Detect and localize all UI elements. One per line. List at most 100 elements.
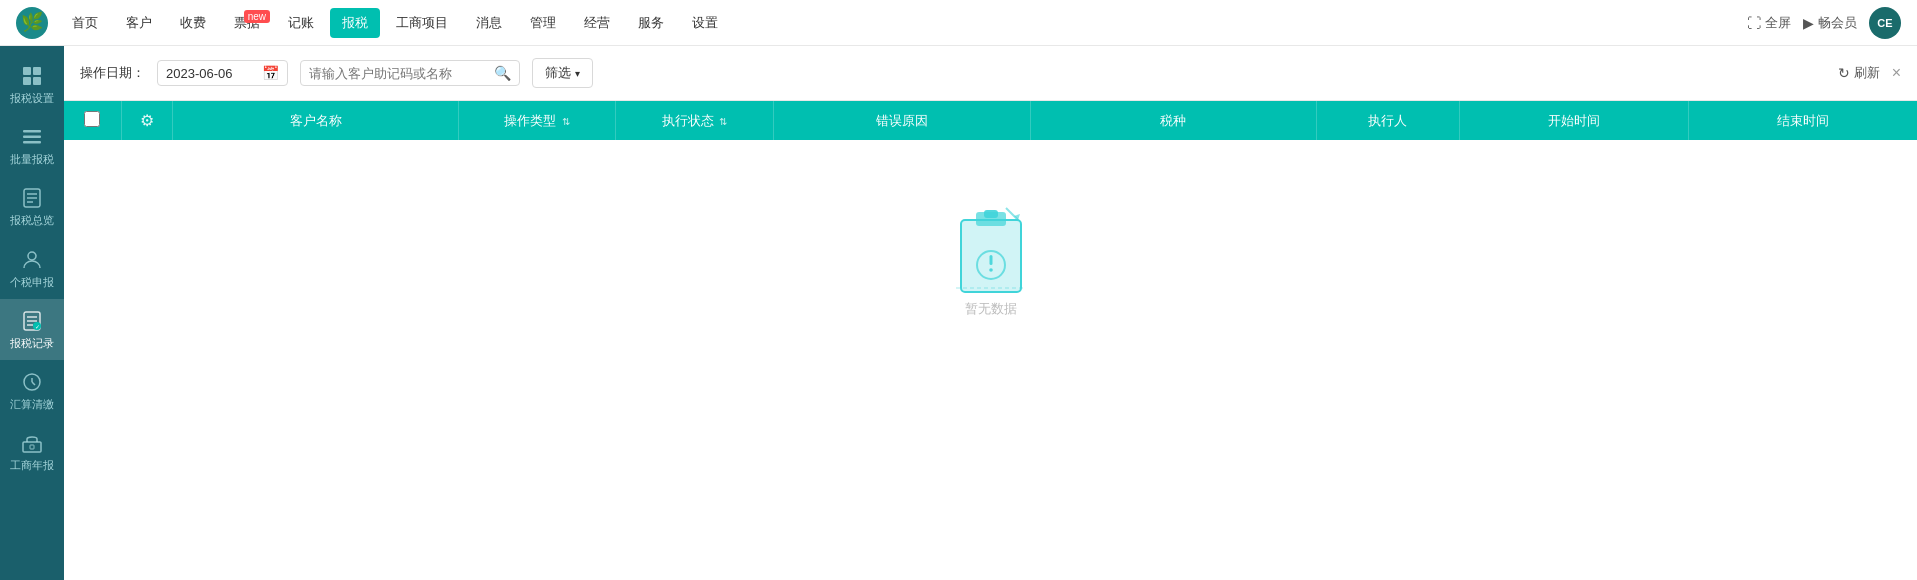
tax-summary-icon xyxy=(20,186,44,210)
svg-line-22 xyxy=(32,382,35,385)
filter-button[interactable]: 筛选 ▾ xyxy=(532,58,593,88)
video-icon: ▶ xyxy=(1803,15,1814,31)
sidebar-label-annual-report: 工商年报 xyxy=(10,459,54,472)
th-end-time: 结束时间 xyxy=(1688,101,1917,140)
search-icon: 🔍 xyxy=(494,65,511,81)
sidebar-item-tax-summary[interactable]: 报税总览 xyxy=(0,176,64,237)
select-all-checkbox[interactable] xyxy=(84,111,100,127)
user-avatar[interactable]: CE xyxy=(1869,7,1901,39)
nav-operation[interactable]: 经营 xyxy=(572,8,622,38)
filter-label: 筛选 xyxy=(545,64,571,82)
invoice-badge: new xyxy=(244,10,270,23)
sidebar: 报税设置 批量报税 报税总览 xyxy=(0,46,64,580)
th-executor: 执行人 xyxy=(1316,101,1459,140)
svg-rect-5 xyxy=(33,77,41,85)
fullscreen-label: 全屏 xyxy=(1765,14,1791,32)
sidebar-label-settlement: 汇算清缴 xyxy=(10,398,54,411)
th-error-reason: 错误原因 xyxy=(773,101,1030,140)
sidebar-item-tax-record[interactable]: ✓ 报税记录 xyxy=(0,299,64,360)
svg-rect-8 xyxy=(23,141,41,144)
svg-text:🌿: 🌿 xyxy=(21,11,44,33)
svg-rect-23 xyxy=(23,442,41,452)
th-exec-status[interactable]: 执行状态 ⇅ xyxy=(616,101,773,140)
sidebar-label-tax-record: 报税记录 xyxy=(10,337,54,350)
sidebar-item-batch-tax[interactable]: 批量报税 xyxy=(0,115,64,176)
svg-point-31 xyxy=(989,268,993,272)
top-nav: 🌿 首页 客户 收费 票据 new 记账 报税 工商项目 消息 管理 经营 服务… xyxy=(0,0,1917,46)
exec-status-sort-icon: ⇅ xyxy=(719,116,727,127)
nav-customer[interactable]: 客户 xyxy=(114,8,164,38)
refresh-icon: ↻ xyxy=(1838,65,1850,81)
sidebar-item-personal-tax[interactable]: 个税申报 xyxy=(0,238,64,299)
toolbar-right: ↻ 刷新 × xyxy=(1838,64,1901,82)
nav-tax[interactable]: 报税 xyxy=(330,8,380,38)
main-layout: 报税设置 批量报税 报税总览 xyxy=(0,46,1917,580)
sidebar-item-settlement[interactable]: 汇算清缴 xyxy=(0,360,64,421)
svg-rect-30 xyxy=(989,255,992,265)
data-table: ⚙ 客户名称 操作类型 ⇅ 执行状态 ⇅ xyxy=(64,101,1917,378)
th-op-type[interactable]: 操作类型 ⇅ xyxy=(459,101,616,140)
nav-message[interactable]: 消息 xyxy=(464,8,514,38)
sidebar-label-personal-tax: 个税申报 xyxy=(10,276,54,289)
fullscreen-icon: ⛶ xyxy=(1747,15,1761,31)
sidebar-item-tax-settings[interactable]: 报税设置 xyxy=(0,54,64,115)
svg-rect-3 xyxy=(33,67,41,75)
search-box[interactable]: 🔍 xyxy=(300,60,520,86)
refresh-button[interactable]: ↻ 刷新 xyxy=(1838,64,1880,82)
svg-rect-28 xyxy=(984,210,998,218)
sidebar-item-annual-report[interactable]: 工商年报 xyxy=(0,421,64,482)
th-customer-name: 客户名称 xyxy=(173,101,459,140)
member-btn[interactable]: ▶ 畅会员 xyxy=(1803,14,1857,32)
close-button[interactable]: × xyxy=(1892,64,1901,82)
op-type-sort-icon: ⇅ xyxy=(562,116,570,127)
column-settings-icon[interactable]: ⚙ xyxy=(140,112,154,129)
svg-point-13 xyxy=(28,252,36,260)
sidebar-label-batch-tax: 批量报税 xyxy=(10,153,54,166)
refresh-label: 刷新 xyxy=(1854,64,1880,82)
nav-invoice[interactable]: 票据 new xyxy=(222,8,272,38)
date-picker[interactable]: 📅 xyxy=(157,60,288,86)
nav-items: 首页 客户 收费 票据 new 记账 报税 工商项目 消息 管理 经营 服务 设… xyxy=(60,8,1747,38)
toolbar: 操作日期： 📅 🔍 筛选 ▾ ↻ 刷新 × xyxy=(64,46,1917,101)
table-header-row: ⚙ 客户名称 操作类型 ⇅ 执行状态 ⇅ xyxy=(64,101,1917,140)
svg-rect-7 xyxy=(23,136,41,139)
th-start-time: 开始时间 xyxy=(1459,101,1688,140)
svg-rect-24 xyxy=(30,445,34,449)
th-tax-type: 税种 xyxy=(1031,101,1317,140)
nav-accounts[interactable]: 记账 xyxy=(276,8,326,38)
member-label: 畅会员 xyxy=(1818,14,1857,32)
nav-bizproject[interactable]: 工商项目 xyxy=(384,8,460,38)
personal-tax-icon xyxy=(20,248,44,272)
annual-report-icon xyxy=(20,431,44,455)
empty-state-row: 暂无数据 xyxy=(64,140,1917,378)
empty-state-text: 暂无数据 xyxy=(965,300,1017,318)
nav-billing[interactable]: 收费 xyxy=(168,8,218,38)
fullscreen-btn[interactable]: ⛶ 全屏 xyxy=(1747,14,1791,32)
th-settings: ⚙ xyxy=(121,101,172,140)
table-container: ⚙ 客户名称 操作类型 ⇅ 执行状态 ⇅ xyxy=(64,101,1917,580)
nav-service[interactable]: 服务 xyxy=(626,8,676,38)
sidebar-label-tax-summary: 报税总览 xyxy=(10,214,54,227)
sidebar-label-tax-settings: 报税设置 xyxy=(10,92,54,105)
svg-rect-2 xyxy=(23,67,31,75)
table-body: 暂无数据 xyxy=(64,140,1917,378)
tax-record-icon: ✓ xyxy=(20,309,44,333)
date-input[interactable] xyxy=(166,66,256,81)
date-label: 操作日期： xyxy=(80,64,145,82)
calendar-icon: 📅 xyxy=(262,65,279,81)
th-checkbox xyxy=(64,101,121,140)
nav-right: ⛶ 全屏 ▶ 畅会员 CE xyxy=(1747,7,1901,39)
chevron-down-icon: ▾ xyxy=(575,68,580,79)
svg-rect-4 xyxy=(23,77,31,85)
content-area: 操作日期： 📅 🔍 筛选 ▾ ↻ 刷新 × xyxy=(64,46,1917,580)
svg-text:✓: ✓ xyxy=(35,324,40,330)
svg-rect-6 xyxy=(23,130,41,133)
nav-settings[interactable]: 设置 xyxy=(680,8,730,38)
batch-tax-icon xyxy=(20,125,44,149)
empty-illustration xyxy=(946,200,1036,300)
nav-home[interactable]: 首页 xyxy=(60,8,110,38)
search-input[interactable] xyxy=(309,66,488,81)
nav-manage[interactable]: 管理 xyxy=(518,8,568,38)
app-logo[interactable]: 🌿 xyxy=(16,7,48,39)
tax-settings-icon xyxy=(20,64,44,88)
